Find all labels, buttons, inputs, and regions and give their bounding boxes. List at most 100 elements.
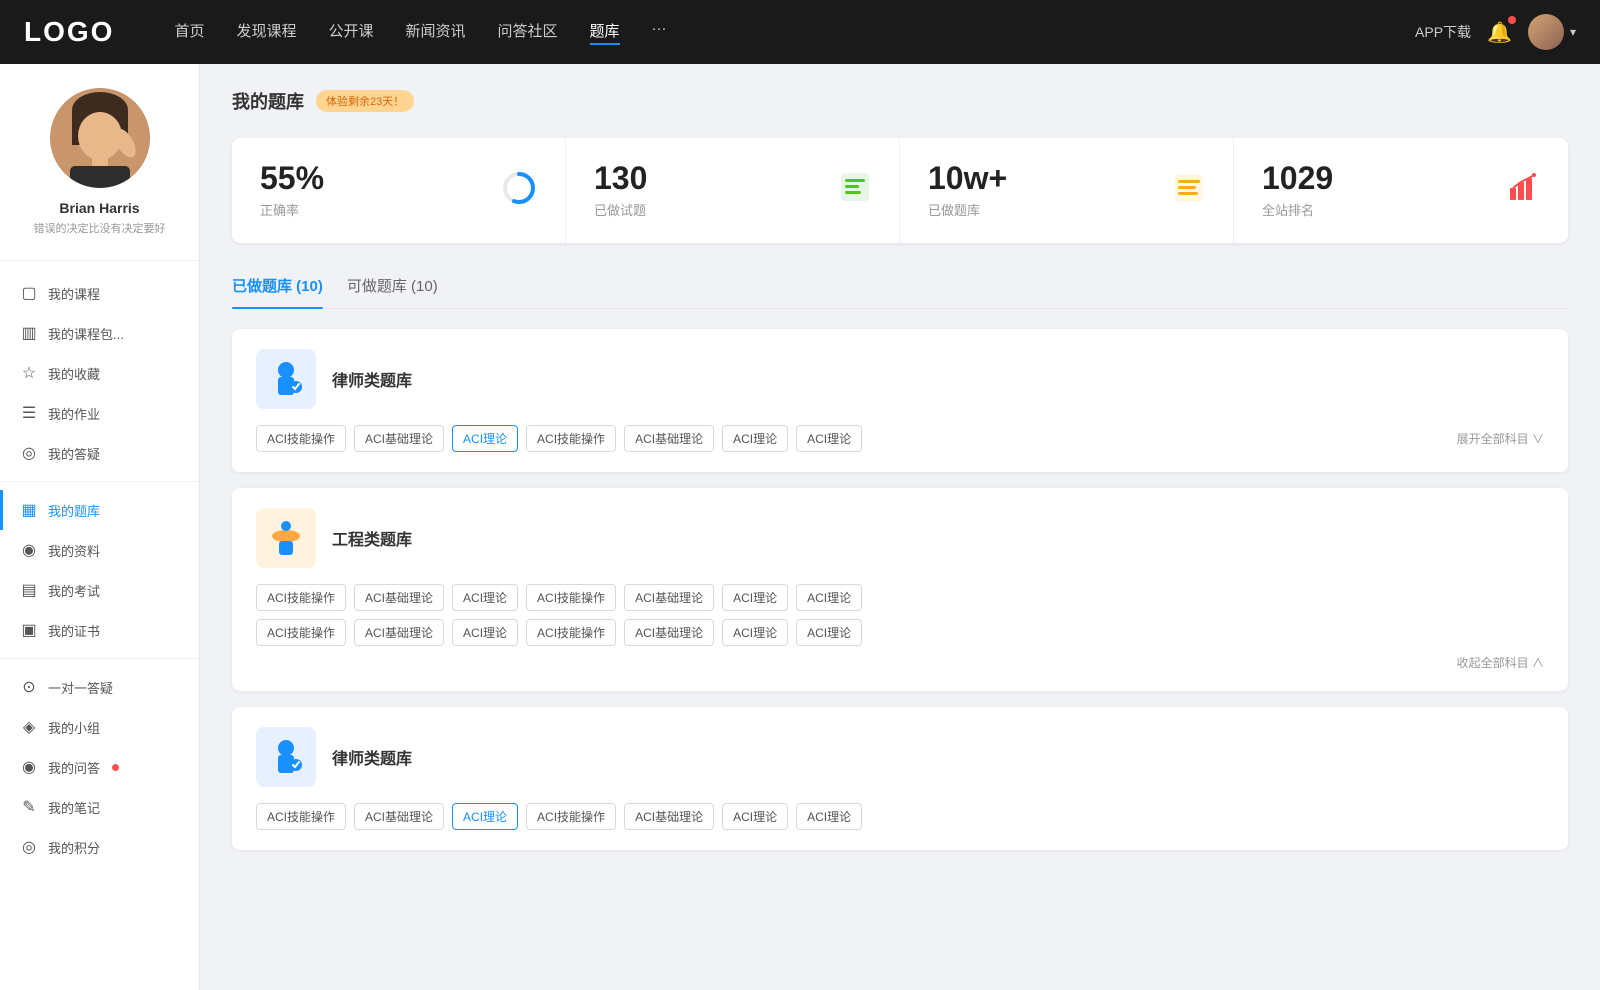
stat-rank-icon <box>1508 172 1540 209</box>
sidebar-label: 我的课程包... <box>48 324 124 343</box>
sidebar-item-exam[interactable]: ▤ 我的考试 <box>0 570 199 610</box>
sidebar-label: 我的答疑 <box>48 444 100 463</box>
sidebar-menu: ▢ 我的课程 ▥ 我的课程包... ☆ 我的收藏 ☰ 我的作业 ◎ 我的答疑 ▦ <box>0 273 199 867</box>
sidebar-item-group[interactable]: ◈ 我的小组 <box>0 707 199 747</box>
tab-done[interactable]: 已做题库 (10) <box>232 267 323 308</box>
tag[interactable]: ACI基础理论 <box>354 425 444 452</box>
qbank-tags-3: ACI技能操作 ACI基础理论 ACI理论 ACI技能操作 ACI基础理论 AC… <box>256 803 1544 830</box>
sidebar-item-my-qa[interactable]: ◉ 我的问答 <box>0 747 199 787</box>
tabs: 已做题库 (10) 可做题库 (10) <box>232 267 1568 309</box>
stat-rank-value: 1029 <box>1262 162 1333 194</box>
stat-accuracy-wrap: 55% 正确率 <box>260 162 324 219</box>
tag[interactable]: ACI基础理论 <box>624 584 714 611</box>
stat-accuracy-icon <box>501 170 537 211</box>
stat-done-banks: 10w+ 已做题库 <box>900 138 1234 243</box>
sidebar-item-homework[interactable]: ☰ 我的作业 <box>0 393 199 433</box>
tag[interactable]: ACI技能操作 <box>526 803 616 830</box>
qbank-title-1: 律师类题库 <box>332 367 412 391</box>
sidebar-label: 我的小组 <box>48 718 100 737</box>
tag[interactable]: ACI理论 <box>722 619 788 646</box>
lawyer-svg-1 <box>264 357 308 401</box>
tag[interactable]: ACI基础理论 <box>624 425 714 452</box>
group-icon: ◈ <box>20 717 38 737</box>
stats-row: 55% 正确率 130 已做试题 <box>232 138 1568 243</box>
qbank-card-engineer: 工程类题库 ACI技能操作 ACI基础理论 ACI理论 ACI技能操作 ACI基… <box>232 488 1568 691</box>
tag[interactable]: ACI理论 <box>452 584 518 611</box>
nav-courses[interactable]: 发现课程 <box>236 20 296 45</box>
tag[interactable]: ACI基础理论 <box>354 803 444 830</box>
tag-selected[interactable]: ACI理论 <box>452 425 518 452</box>
sidebar-item-course-package[interactable]: ▥ 我的课程包... <box>0 313 199 353</box>
sidebar-item-certificate[interactable]: ▣ 我的证书 <box>0 610 199 650</box>
divider-2 <box>0 658 199 659</box>
tag[interactable]: ACI技能操作 <box>256 425 346 452</box>
sidebar-label: 我的收藏 <box>48 364 100 383</box>
qbank-header-1: 律师类题库 <box>256 349 1544 409</box>
tag[interactable]: ACI基础理论 <box>624 619 714 646</box>
nav-dropdown-arrow: ▾ <box>1570 25 1576 39</box>
expand-link-1[interactable]: 展开全部科目 ∨ <box>1457 430 1544 447</box>
tab-todo[interactable]: 可做题库 (10) <box>347 267 438 308</box>
qbank-title-3: 律师类题库 <box>332 745 412 769</box>
nav-qa[interactable]: 问答社区 <box>498 20 558 45</box>
tag-selected[interactable]: ACI理论 <box>452 803 518 830</box>
stat-rank: 1029 全站排名 <box>1234 138 1568 243</box>
tag[interactable]: ACI理论 <box>722 584 788 611</box>
nav-news[interactable]: 新闻资讯 <box>406 20 466 45</box>
divider-1 <box>0 481 199 482</box>
sidebar-item-points[interactable]: ◎ 我的积分 <box>0 827 199 867</box>
user-avatar-nav[interactable]: ▾ <box>1528 14 1576 50</box>
nav-more[interactable]: ··· <box>652 20 667 45</box>
tag[interactable]: ACI技能操作 <box>526 425 616 452</box>
stat-rank-wrap: 1029 全站排名 <box>1262 162 1333 219</box>
sidebar-label: 一对一答疑 <box>48 678 113 697</box>
trial-badge: 体验剩余23天！ <box>316 90 414 112</box>
tag[interactable]: ACI理论 <box>796 803 862 830</box>
notification-bell[interactable]: 🔔 <box>1487 20 1512 45</box>
stat-done-value: 130 <box>594 162 647 194</box>
main-layout: Brian Harris 错误的决定比没有决定要好 ▢ 我的课程 ▥ 我的课程包… <box>0 64 1600 990</box>
tag[interactable]: ACI理论 <box>722 425 788 452</box>
sidebar-item-question-bank[interactable]: ▦ 我的题库 <box>0 490 199 530</box>
tag[interactable]: ACI基础理论 <box>354 619 444 646</box>
nav-question-bank[interactable]: 题库 <box>590 20 620 45</box>
sidebar-item-favorites[interactable]: ☆ 我的收藏 <box>0 353 199 393</box>
navbar-right: APP下载 🔔 ▾ <box>1415 14 1576 50</box>
tag[interactable]: ACI理论 <box>452 619 518 646</box>
tag[interactable]: ACI基础理论 <box>624 803 714 830</box>
tag[interactable]: ACI理论 <box>722 803 788 830</box>
tag[interactable]: ACI技能操作 <box>256 803 346 830</box>
sidebar-item-notes[interactable]: ✎ 我的笔记 <box>0 787 199 827</box>
qbank-header-3: 律师类题库 <box>256 727 1544 787</box>
collapse-footer: 收起全部科目 ∧ <box>256 654 1544 671</box>
sidebar-label: 我的积分 <box>48 838 100 857</box>
tag[interactable]: ACI理论 <box>796 619 862 646</box>
courses-icon: ▢ <box>20 283 38 303</box>
sidebar-item-my-courses[interactable]: ▢ 我的课程 <box>0 273 199 313</box>
tag[interactable]: ACI理论 <box>796 425 862 452</box>
tag[interactable]: ACI技能操作 <box>526 584 616 611</box>
app-download[interactable]: APP下载 <box>1415 22 1471 42</box>
sidebar-label: 我的题库 <box>48 501 100 520</box>
nav-home[interactable]: 首页 <box>174 20 204 45</box>
qbank-tags-2b: ACI技能操作 ACI基础理论 ACI理论 ACI技能操作 ACI基础理论 AC… <box>256 619 1544 646</box>
sidebar-label: 我的作业 <box>48 404 100 423</box>
tag[interactable]: ACI技能操作 <box>256 619 346 646</box>
my-qa-icon: ◉ <box>20 757 38 777</box>
sidebar-item-profile[interactable]: ◉ 我的资料 <box>0 530 199 570</box>
qbank-card-lawyer-2: 律师类题库 ACI技能操作 ACI基础理论 ACI理论 ACI技能操作 ACI基… <box>232 707 1568 850</box>
stat-rank-label: 全站排名 <box>1262 200 1333 219</box>
sidebar-label: 我的问答 <box>48 758 100 777</box>
sidebar-item-1on1[interactable]: ⊙ 一对一答疑 <box>0 667 199 707</box>
nav-open-course[interactable]: 公开课 <box>328 20 373 45</box>
qbank-card-lawyer-1: 律师类题库 ACI技能操作 ACI基础理论 ACI理论 ACI技能操作 ACI基… <box>232 329 1568 472</box>
tag[interactable]: ACI基础理论 <box>354 584 444 611</box>
tag[interactable]: ACI技能操作 <box>526 619 616 646</box>
sidebar-label: 我的笔记 <box>48 798 100 817</box>
profile-icon: ◉ <box>20 540 38 560</box>
profile-avatar <box>50 88 150 188</box>
tag[interactable]: ACI技能操作 <box>256 584 346 611</box>
collapse-link[interactable]: 收起全部科目 ∧ <box>1457 654 1544 671</box>
tag[interactable]: ACI理论 <box>796 584 862 611</box>
sidebar-item-qa[interactable]: ◎ 我的答疑 <box>0 433 199 473</box>
